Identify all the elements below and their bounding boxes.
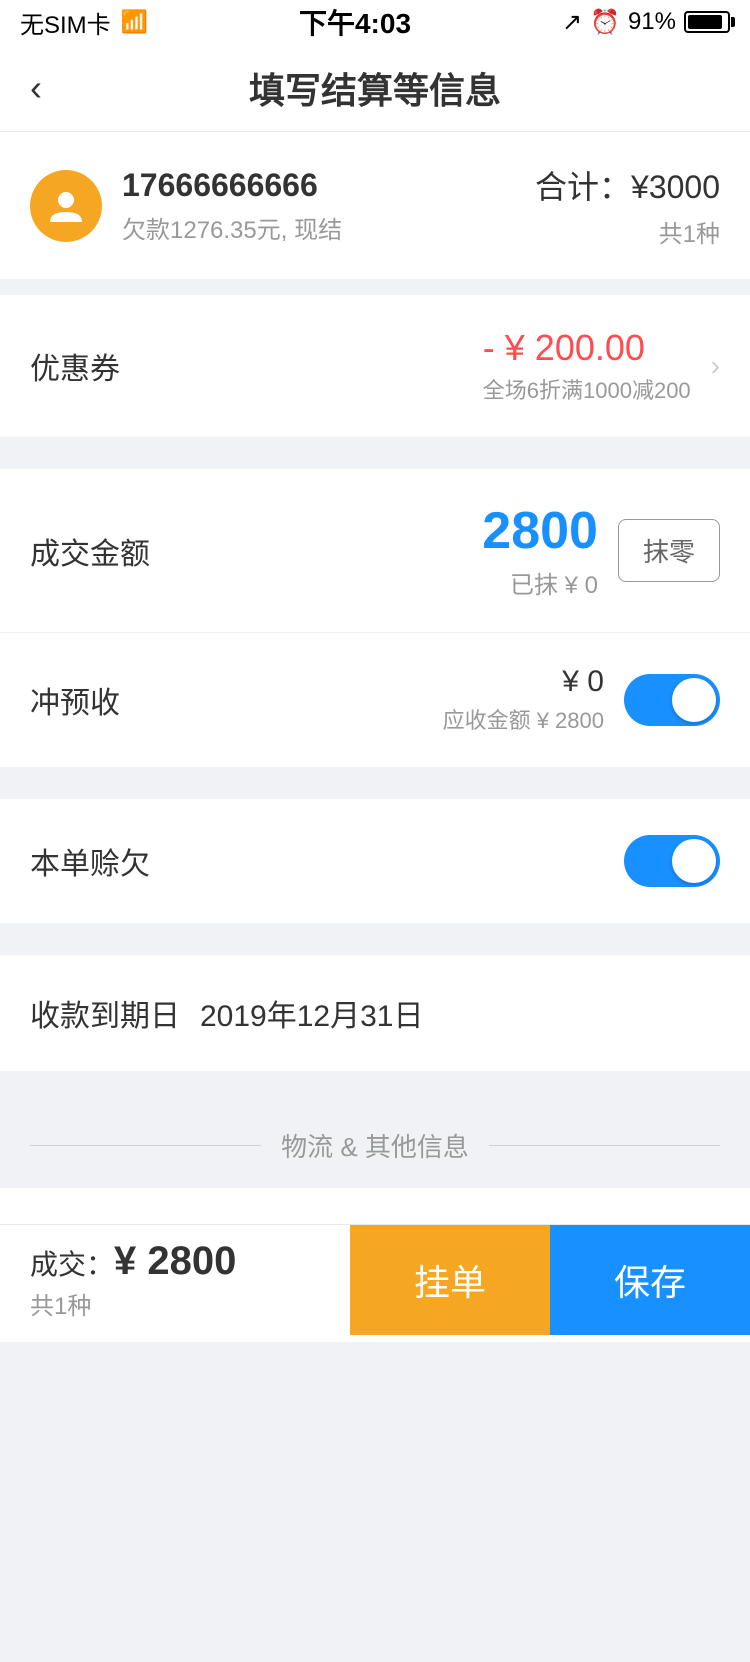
customer-right: 合计：¥3000 共1种 [535,162,720,249]
customer-left: 17666666666 欠款1276.35元, 现结 [30,167,342,245]
coupon-right: - ¥ 200.00 全场6折满1000减200 › [483,327,720,405]
sep-line-right [489,1145,720,1146]
deal-amount-row: 成交金额 2800 已抹 ¥ 0 抹零 [0,469,750,633]
bottom-deal-label: 成交： [30,1249,114,1280]
coupon-value: - ¥ 200.00 [483,327,691,369]
avatar [30,170,102,242]
pre-receive-label: 冲预收 [30,678,120,722]
bottom-deal-amount: ¥ 2800 [114,1239,236,1283]
customer-card: 17666666666 欠款1276.35元, 现结 合计：¥3000 共1种 [0,132,750,279]
total-price: 合计：¥3000 [535,162,720,208]
erase-zero-button[interactable]: 抹零 [618,519,720,582]
content-area: 17666666666 欠款1276.35元, 现结 合计：¥3000 共1种 … [0,132,750,1662]
carrier-label: 无SIM卡 [20,5,111,40]
coupon-desc: 全场6折满1000减200 [483,373,691,405]
divider-1 [0,453,750,469]
deal-amount-label: 成交金额 [30,529,150,573]
status-time: 下午4:03 [299,2,411,42]
total-label: 合计： [535,169,631,205]
due-date-row: 收款到期日 2019年12月31日 [0,955,750,1071]
logistics-sep-text: 物流 & 其他信息 [281,1127,469,1164]
coupon-info: - ¥ 200.00 全场6折满1000减200 [483,327,691,405]
toggle-knob [672,678,716,722]
bottom-deal-row: 成交：¥ 2800 [30,1239,320,1284]
status-left: 无SIM卡 📶 [20,5,148,40]
bottom-deal-info: 成交：¥ 2800 共1种 [0,1239,350,1321]
pre-desc: 应收金额 ¥ 2800 [443,703,604,735]
customer-debt: 欠款1276.35元, 现结 [122,210,342,245]
deal-amount-info: 2800 已抹 ¥ 0 [482,501,598,600]
battery-icon [684,11,730,33]
debt-toggle[interactable] [624,835,720,887]
pre-receive-toggle[interactable] [624,674,720,726]
alarm-icon: ⏰ [590,8,620,37]
coupon-row[interactable]: 优惠券 - ¥ 200.00 全场6折满1000减200 › [0,295,750,437]
location-icon: ↗ [562,8,582,37]
coupon-section: 优惠券 - ¥ 200.00 全场6折满1000减200 › [0,295,750,437]
divider-4 [0,1087,750,1103]
page-title: 填写结算等信息 [249,62,501,114]
divider-2 [0,783,750,799]
customer-phone: 17666666666 [122,167,342,204]
debt-label: 本单赊欠 [30,839,150,883]
deal-erased: 已抹 ¥ 0 [482,565,598,600]
logistics-separator: 物流 & 其他信息 [0,1103,750,1188]
pre-amount: ¥ 0 [443,665,604,699]
bottom-count: 共1种 [30,1286,320,1321]
pre-receive-row: 冲预收 ¥ 0 应收金额 ¥ 2800 [0,633,750,767]
customer-info: 17666666666 欠款1276.35元, 现结 [122,167,342,245]
debt-row: 本单赊欠 [0,799,750,923]
pre-receive-right: ¥ 0 应收金额 ¥ 2800 [443,665,720,735]
pre-receive-info: ¥ 0 应收金额 ¥ 2800 [443,665,604,735]
divider-3 [0,939,750,955]
nav-bar: ‹ 填写结算等信息 [0,44,750,132]
bottom-bar: 成交：¥ 2800 共1种 挂单 保存 [0,1224,750,1334]
debt-toggle-knob [672,839,716,883]
deal-amount-right: 2800 已抹 ¥ 0 抹零 [482,501,720,600]
due-date-section: 收款到期日 2019年12月31日 [0,955,750,1071]
wifi-icon: 📶 [121,9,148,35]
total-count: 共1种 [535,214,720,249]
bottom-gray-area [0,1342,750,1542]
status-right: ↗ ⏰ 91% [562,8,730,37]
back-button[interactable]: ‹ [30,67,42,109]
coupon-label: 优惠券 [30,344,120,388]
total-amount: ¥3000 [631,169,720,205]
hang-order-button[interactable]: 挂单 [350,1225,550,1335]
status-bar: 无SIM卡 📶 下午4:03 ↗ ⏰ 91% [0,0,750,44]
due-date-label: 收款到期日 [30,991,180,1035]
due-date-value: 2019年12月31日 [200,991,423,1035]
debt-section: 本单赊欠 [0,799,750,923]
deal-amount-value: 2800 [482,501,598,561]
sep-line-left [30,1145,261,1146]
save-button[interactable]: 保存 [550,1225,750,1335]
battery-percent: 91% [628,8,676,36]
coupon-chevron: › [711,350,720,382]
deal-section: 成交金额 2800 已抹 ¥ 0 抹零 冲预收 ¥ 0 应收金额 ¥ 2800 [0,469,750,767]
